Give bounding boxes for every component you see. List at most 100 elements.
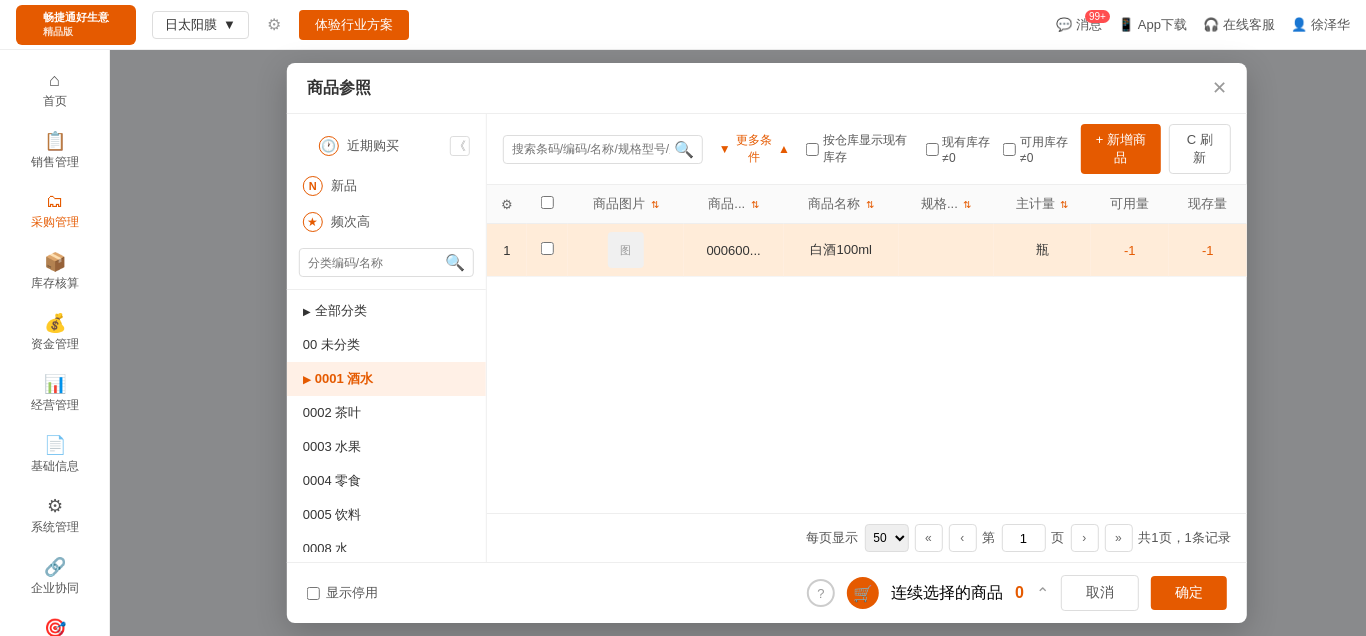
cart-button[interactable]: 🛒: [847, 577, 879, 609]
sidebar-item-purchase[interactable]: 🗂 采购管理: [0, 181, 109, 241]
sidebar-item-enterprise[interactable]: 🔗 企业协同: [0, 546, 109, 607]
checkbox-available-nonzero-input[interactable]: [1003, 143, 1016, 156]
category-tea-label: 0002 茶叶: [303, 404, 362, 422]
category-liquor[interactable]: ▶ 0001 酒水: [287, 362, 486, 396]
product-table-container: ⚙ 商品图片 ⇅ 商品... ⇅: [487, 185, 1247, 513]
show-disabled-label[interactable]: 显示停用: [307, 584, 378, 602]
category-water-label: 0008 水: [303, 540, 349, 552]
sidebar-item-guide[interactable]: 🎯 新手引导: [0, 607, 109, 636]
search-submit-icon[interactable]: 🔍: [674, 140, 694, 159]
checkbox-stock-nonzero[interactable]: 现有库存≠0: [925, 134, 995, 165]
sidebar-label-home: 首页: [43, 93, 67, 110]
app-download-item[interactable]: 📱 App下载: [1118, 16, 1187, 34]
shortcut-new-label: 新品: [331, 177, 357, 195]
store-selector[interactable]: 日太阳膜 ▼: [152, 11, 249, 39]
next-page-button[interactable]: ›: [1070, 524, 1098, 552]
row-stock: -1: [1169, 224, 1247, 277]
collapse-button[interactable]: 《: [450, 136, 470, 156]
sort-image-icon[interactable]: ⇅: [651, 199, 659, 210]
first-page-button[interactable]: «: [914, 524, 942, 552]
category-tea[interactable]: 0002 茶叶: [287, 396, 486, 430]
category-water[interactable]: 0008 水: [287, 532, 486, 552]
sidebar-item-finance[interactable]: 💰 资金管理: [0, 302, 109, 363]
confirm-button[interactable]: 确定: [1151, 576, 1227, 610]
filter-button[interactable]: ▼ 更多条件 ▲: [711, 128, 798, 170]
checkbox-stock-nonzero-input[interactable]: [925, 143, 938, 156]
product-panel: 🔍 ▼ 更多条件 ▲ 按仓库显示现有库存: [487, 114, 1247, 562]
category-search-input[interactable]: [308, 256, 441, 270]
sort-spec-icon[interactable]: ⇅: [963, 199, 971, 210]
modal-title: 商品参照: [307, 78, 371, 99]
shortcut-recent[interactable]: 🕐 近期购买: [303, 128, 415, 164]
category-search-box[interactable]: 🔍: [299, 248, 474, 277]
enterprise-icon: 🔗: [44, 556, 66, 578]
sidebar-item-home[interactable]: ⌂ 首页: [0, 60, 109, 120]
sidebar-label-basics: 基础信息: [31, 458, 79, 475]
page-area: 商品参照 ✕ 🕐 近期购买 《: [110, 50, 1366, 636]
row-select-checkbox[interactable]: [541, 242, 554, 255]
checkbox-available-nonzero[interactable]: 可用库存≠0: [1003, 134, 1073, 165]
category-beverage[interactable]: 0005 饮料: [287, 498, 486, 532]
table-row[interactable]: 1 图 000600... 白酒100ml 瓶 -1: [487, 224, 1247, 277]
sidebar-item-system[interactable]: ⚙ 系统管理: [0, 485, 109, 546]
username: 徐泽华: [1311, 16, 1350, 34]
shortcut-recent-label: 近期购买: [347, 137, 399, 155]
col-name: 商品名称 ⇅: [783, 185, 899, 224]
sort-code-icon[interactable]: ⇅: [751, 199, 759, 210]
row-code: 000600...: [684, 224, 784, 277]
chevron-up-icon[interactable]: ⌃: [1036, 584, 1049, 603]
sidebar-item-operation[interactable]: 📊 经营管理: [0, 363, 109, 424]
sort-name-icon[interactable]: ⇅: [866, 199, 874, 210]
shortcut-list: 🕐 近期购买 《 N 新品 ★ 频次高: [287, 124, 486, 240]
settings-icon[interactable]: ⚙: [259, 10, 289, 40]
messages-item[interactable]: 💬 消息 99+: [1056, 16, 1102, 34]
shortcut-frequent-label: 频次高: [331, 213, 370, 231]
product-search-box[interactable]: 🔍: [503, 135, 703, 164]
per-page-select[interactable]: 50: [864, 524, 908, 552]
row-seq: 1: [487, 224, 527, 277]
page-suffix: 页: [1051, 529, 1064, 547]
category-fruit[interactable]: 0003 水果: [287, 430, 486, 464]
help-icon-button[interactable]: ?: [807, 579, 835, 607]
modal-footer: 显示停用 ? 🛒 连续选择的商品 0 ⌃ 取消 确定: [287, 562, 1247, 623]
headset-icon: 🎧: [1203, 17, 1219, 32]
category-all[interactable]: ▶ 全部分类: [287, 294, 486, 328]
avatar-icon: 👤: [1291, 17, 1307, 32]
sidebar-item-sales[interactable]: 📋 销售管理: [0, 120, 109, 181]
sidebar-label-inventory: 库存核算: [31, 275, 79, 292]
prev-page-button[interactable]: ‹: [948, 524, 976, 552]
user-avatar[interactable]: 👤 徐泽华: [1291, 16, 1350, 34]
category-all-label: 全部分类: [315, 302, 367, 320]
category-divider: [287, 289, 486, 290]
product-thumbnail: 图: [608, 232, 644, 268]
guide-icon: 🎯: [44, 617, 66, 636]
row-available: -1: [1091, 224, 1169, 277]
refresh-button[interactable]: C 刷新: [1169, 124, 1231, 174]
category-uncategorized[interactable]: 00 未分类: [287, 328, 486, 362]
sidebar-item-basics[interactable]: 📄 基础信息: [0, 424, 109, 485]
add-product-button[interactable]: + 新增商品: [1081, 124, 1161, 174]
product-search-input[interactable]: [512, 142, 670, 156]
col-available: 可用量: [1091, 185, 1169, 224]
cancel-button[interactable]: 取消: [1061, 575, 1139, 611]
sidebar-item-inventory[interactable]: 📦 库存核算: [0, 241, 109, 302]
checkbox-warehouse[interactable]: 按仓库显示现有库存: [806, 132, 917, 166]
online-service-item[interactable]: 🎧 在线客服: [1203, 16, 1275, 34]
shortcut-frequent[interactable]: ★ 频次高: [287, 204, 486, 240]
row-checkbox[interactable]: [527, 224, 568, 277]
show-disabled-checkbox[interactable]: [307, 587, 320, 600]
shortcut-new[interactable]: N 新品: [287, 168, 486, 204]
last-page-button[interactable]: »: [1104, 524, 1132, 552]
select-all-checkbox[interactable]: [541, 196, 554, 209]
app-logo: 畅捷通好生意 精品版: [16, 5, 136, 45]
category-snack-label: 0004 零食: [303, 472, 362, 490]
category-snack[interactable]: 0004 零食: [287, 464, 486, 498]
experience-button[interactable]: 体验行业方案: [299, 10, 409, 40]
sidebar-label-operation: 经营管理: [31, 397, 79, 414]
logo-line1: 畅捷通好生意: [43, 10, 109, 25]
sort-unit-icon[interactable]: ⇅: [1060, 199, 1068, 210]
modal-close-button[interactable]: ✕: [1212, 77, 1227, 99]
checkbox-warehouse-input[interactable]: [806, 143, 819, 156]
page-input[interactable]: [1001, 524, 1045, 552]
col-settings[interactable]: ⚙: [487, 185, 527, 224]
